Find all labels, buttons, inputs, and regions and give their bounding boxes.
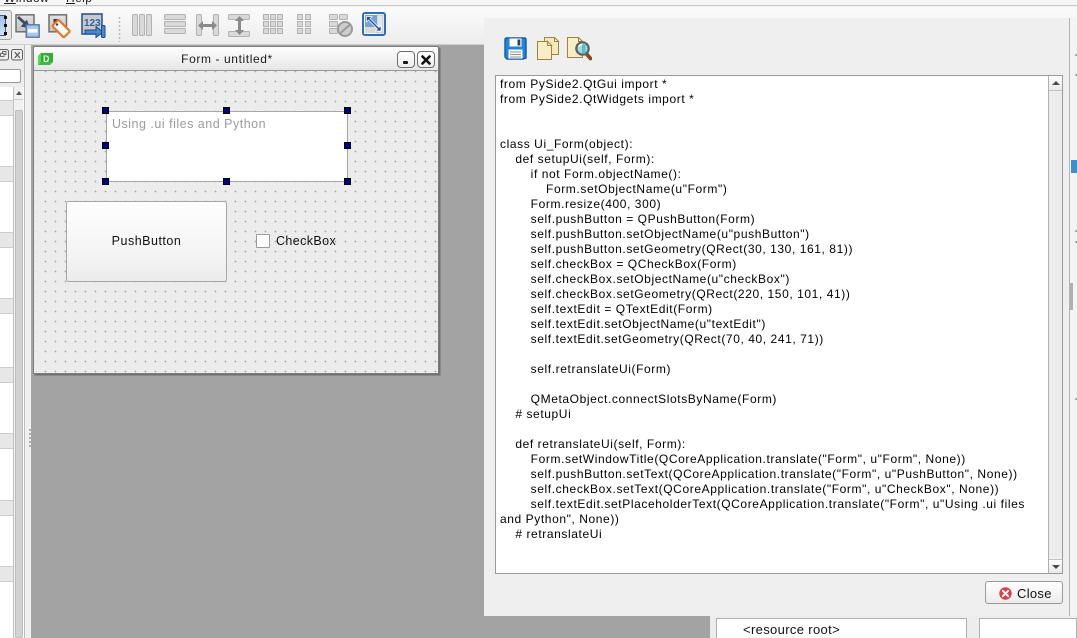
svg-text:123: 123: [84, 18, 101, 29]
